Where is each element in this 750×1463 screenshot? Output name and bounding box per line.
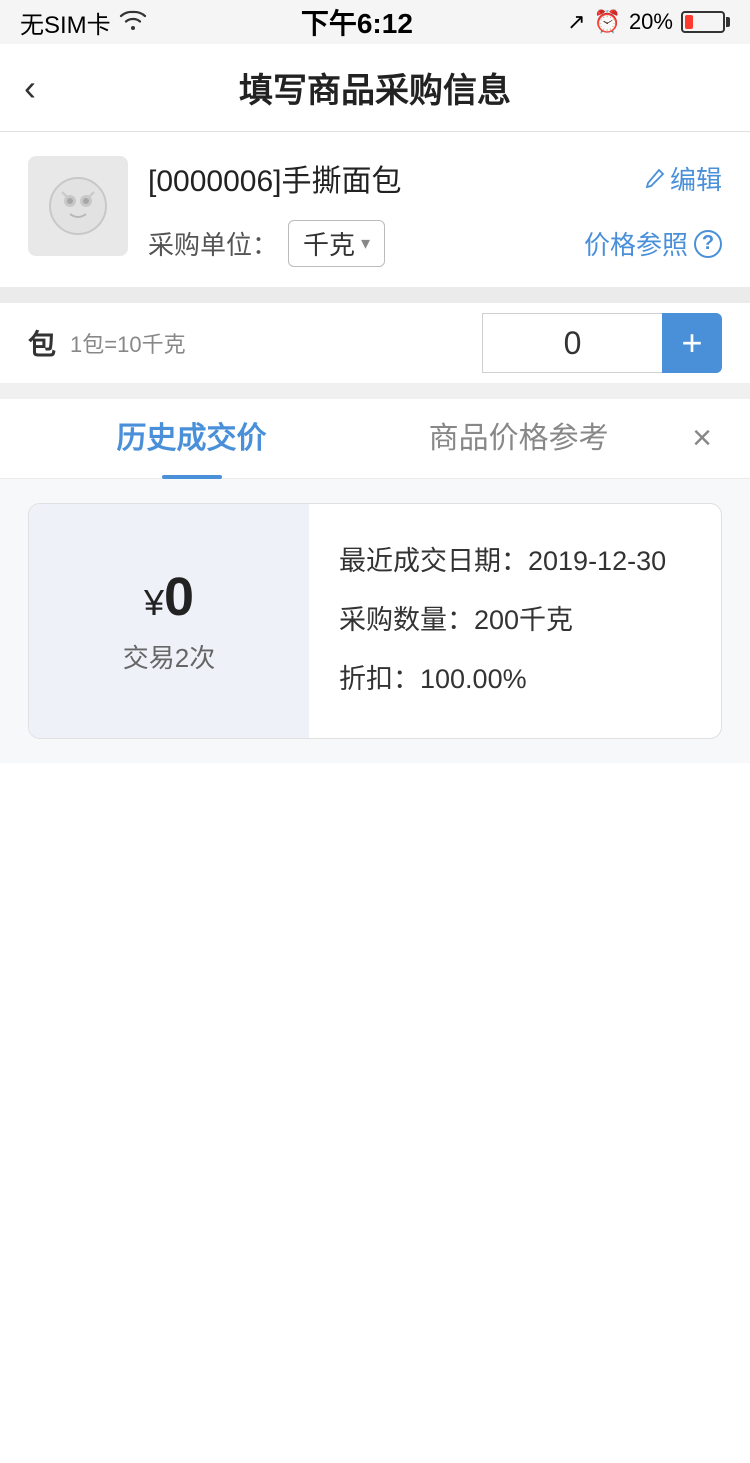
no-sim-label: 无SIM卡: [20, 5, 111, 40]
discount-row: 折扣：100.00%: [339, 658, 691, 701]
discount-value: 100.00%: [420, 664, 527, 694]
unit-label: 采购单位：: [148, 225, 278, 262]
wifi-icon: [119, 8, 147, 37]
location-icon: ↗: [567, 9, 585, 35]
battery-percent: 20%: [629, 9, 673, 35]
help-icon: ?: [694, 230, 722, 258]
unit-badge: 包: [28, 323, 56, 363]
battery-icon: [681, 11, 730, 33]
tab-content: ¥0 交易2次 最近成交日期：2019-12-30 采购数量：200千克 折扣：…: [0, 479, 750, 763]
price-right-panel: 最近成交日期：2019-12-30 采购数量：200千克 折扣：100.00%: [309, 504, 721, 738]
edit-button[interactable]: 编辑: [644, 160, 722, 197]
quantity-controls: +: [482, 313, 722, 373]
tab-close-button[interactable]: ×: [682, 419, 722, 458]
tabs-section: 历史成交价 商品价格参考 × ¥0 交易2次 最近成交日期：2019-12-30…: [0, 399, 750, 1463]
price-left-panel: ¥0 交易2次: [29, 504, 309, 738]
date-value: 2019-12-30: [528, 546, 666, 576]
price-ref-button[interactable]: 价格参照 ?: [584, 225, 722, 262]
unit-value: 千克: [303, 225, 355, 262]
product-name: [0000006]手撕面包: [148, 156, 401, 200]
quantity-plus-button[interactable]: +: [662, 313, 722, 373]
main-content-area: [0, 763, 750, 1463]
quantity-label: 包 1包=10千克: [28, 323, 186, 363]
discount-label: 折扣：: [339, 664, 420, 694]
unit-selector[interactable]: 千克 ▾: [288, 220, 385, 267]
back-button[interactable]: ‹: [24, 67, 36, 109]
chevron-down-icon: ▾: [361, 233, 370, 254]
product-meta: 采购单位： 千克 ▾ 价格参照 ?: [148, 220, 722, 267]
qty-value: 200千克: [474, 605, 573, 635]
tabs-header: 历史成交价 商品价格参考 ×: [0, 399, 750, 479]
price-ref-label: 价格参照: [584, 225, 688, 262]
product-thumbnail: [28, 156, 128, 256]
quantity-section: 包 1包=10千克 +: [0, 303, 750, 383]
status-left: 无SIM卡: [20, 5, 147, 40]
status-time: 下午6:12: [301, 2, 413, 42]
product-section: [0000006]手撕面包 编辑 采购单位： 千克 ▾ 价格参照 ?: [0, 132, 750, 287]
product-details: [0000006]手撕面包 编辑 采购单位： 千克 ▾ 价格参照 ?: [148, 156, 722, 267]
product-header: [0000006]手撕面包 编辑: [148, 156, 722, 200]
qty-label: 采购数量：: [339, 605, 474, 635]
unit-row: 采购单位： 千克 ▾: [148, 220, 385, 267]
nav-bar: ‹ 填写商品采购信息: [0, 44, 750, 132]
date-label: 最近成交日期：: [339, 546, 528, 576]
price-amount: ¥0: [144, 566, 194, 628]
quantity-input[interactable]: [482, 313, 662, 373]
unit-conversion: 1包=10千克: [70, 327, 186, 359]
status-right: ↗ ⏰ 20%: [567, 9, 730, 35]
purchase-qty-row: 采购数量：200千克: [339, 599, 691, 642]
tab-history-price[interactable]: 历史成交价: [28, 399, 355, 479]
page-title: 填写商品采购信息: [239, 63, 511, 112]
section-divider: [0, 287, 750, 303]
status-bar: 无SIM卡 下午6:12 ↗ ⏰ 20%: [0, 0, 750, 44]
alarm-icon: ⏰: [594, 9, 621, 35]
history-price-card: ¥0 交易2次 最近成交日期：2019-12-30 采购数量：200千克 折扣：…: [28, 503, 722, 739]
transaction-count: 交易2次: [123, 638, 215, 675]
tab-price-ref[interactable]: 商品价格参考: [355, 399, 682, 479]
currency-symbol: ¥: [144, 582, 164, 623]
recent-date-row: 最近成交日期：2019-12-30: [339, 540, 691, 583]
